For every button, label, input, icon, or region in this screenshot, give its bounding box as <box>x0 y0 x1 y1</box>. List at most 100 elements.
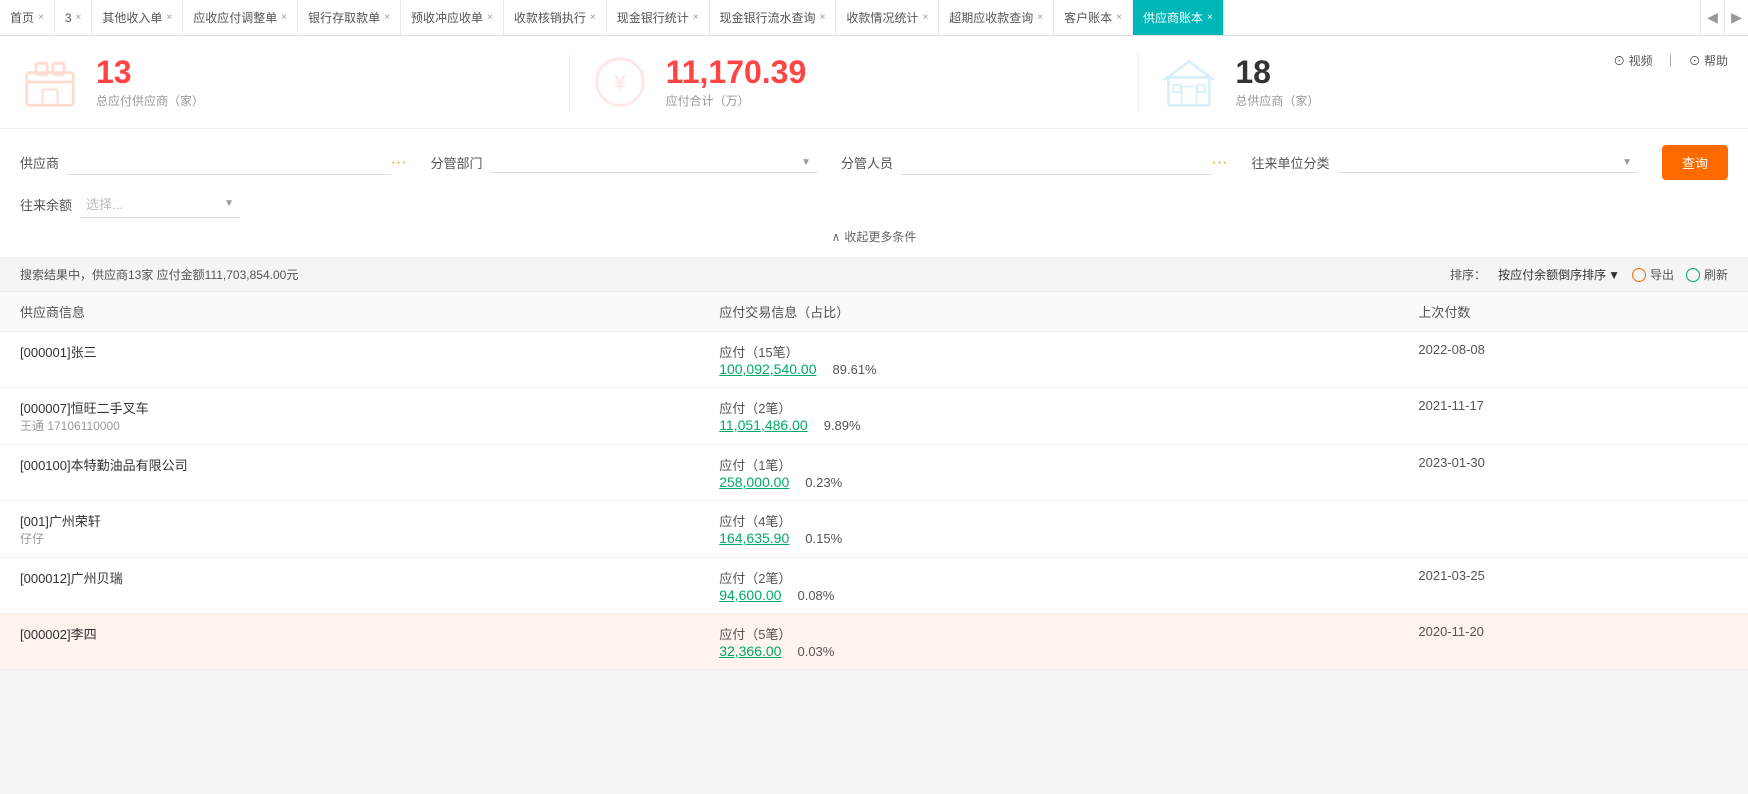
result-bar: 搜索结果中，供应商13家 应付金额111,703,854.00元 排序： 按应付… <box>0 258 1748 292</box>
tx-pct: 9.89% <box>824 418 861 433</box>
sort-value: 按应付余额倒序排序 <box>1498 266 1606 283</box>
nav-tab-cash-bank-flow[interactable]: 现金银行流水查询 × <box>710 0 837 36</box>
total-payable-amount-value: 11,170.39 <box>666 56 807 88</box>
supplier-field: 供应商 ··· <box>20 151 407 175</box>
nav-tab-customer-book[interactable]: 客户账本 × <box>1054 0 1133 36</box>
query-button[interactable]: 查询 <box>1662 145 1728 180</box>
supplier-label: 供应商 <box>20 153 59 172</box>
tx-count: （1笔） <box>745 458 791 473</box>
nav-tab-collection-stat[interactable]: 收款情况统计 × <box>836 0 939 36</box>
nav-tab-adjustment[interactable]: 应收应付调整单 × <box>183 0 298 36</box>
nav-tab-collection[interactable]: 收款核销执行 × <box>504 0 607 36</box>
nav-tab-collection-close[interactable]: × <box>590 12 596 23</box>
summary-total-suppliers-text: 18 总供应商（家） <box>1235 56 1319 109</box>
nav-tab-cash-bank-flow-close[interactable]: × <box>820 12 826 23</box>
nav-tab-cash-bank-stat[interactable]: 现金银行统计 × <box>607 0 710 36</box>
tx-amount-row: 32,366.000.03% <box>719 643 1378 659</box>
nav-tab-3-close[interactable]: × <box>76 12 82 23</box>
nav-tab-home-close[interactable]: × <box>38 12 44 23</box>
nav-tab-3[interactable]: 3 × <box>55 0 93 36</box>
nav-tab-3-label: 3 <box>65 11 72 25</box>
supplier-link[interactable]: [000100]本特勤油品有限公司 <box>20 458 188 473</box>
nav-tab-bank-deposit[interactable]: 银行存取款单 × <box>298 0 401 36</box>
nav-tab-customer-book-label: 客户账本 <box>1064 9 1112 26</box>
unit-type-select[interactable]: ▼ <box>1338 153 1638 173</box>
nav-tab-cash-bank-stat-close[interactable]: × <box>693 12 699 23</box>
nav-tab-prepay[interactable]: 预收冲应收单 × <box>401 0 504 36</box>
nav-left-arrow[interactable]: ◀ <box>1700 0 1724 36</box>
supplier-link[interactable]: [000012]广州贝瑞 <box>20 571 123 586</box>
tx-amount[interactable]: 32,366.00 <box>719 643 781 659</box>
unit-type-field: 往来单位分类 ▼ <box>1252 153 1639 173</box>
nav-tab-supplier-book-close[interactable]: × <box>1207 12 1213 23</box>
supplier-link[interactable]: [001]广州荣轩 <box>20 514 101 529</box>
sort-select[interactable]: 按应付余额倒序排序 ▼ <box>1498 266 1620 283</box>
nav-tab-home[interactable]: 首页 × <box>0 0 55 36</box>
divider: ｜ <box>1665 52 1677 69</box>
search-area: 供应商 ··· 分管部门 ▼ 分管人员 ··· 往来单位分类 ▼ 查询 <box>0 129 1748 258</box>
supplier-info-cell: [000002]李四 <box>0 614 699 670</box>
nav-tab-customer-book-close[interactable]: × <box>1116 12 1122 23</box>
total-suppliers-value: 18 <box>1235 56 1319 88</box>
summary-card-suppliers: 13 总应付供应商（家） <box>20 52 570 112</box>
refresh-button[interactable]: 刷新 <box>1686 266 1728 283</box>
tx-amount[interactable]: 100,092,540.00 <box>719 361 816 377</box>
tx-label-row: 应付（2笔） <box>719 398 1378 417</box>
dept-select[interactable]: ▼ <box>491 153 817 173</box>
nav-tab-overdue[interactable]: 超期应收款查询 × <box>939 0 1054 36</box>
nav-tab-overdue-close[interactable]: × <box>1037 12 1043 23</box>
help-link[interactable]: ⊙ 帮助 <box>1689 52 1728 69</box>
nav-tab-bank-deposit-close[interactable]: × <box>384 12 390 23</box>
dept-field: 分管部门 ▼ <box>431 153 818 173</box>
tx-amount-row: 258,000.000.23% <box>719 474 1378 490</box>
tx-amount[interactable]: 164,635.90 <box>719 530 789 546</box>
video-link[interactable]: ⊙ 视频 <box>1613 52 1652 69</box>
supplier-link[interactable]: [000007]恒旺二手叉车 <box>20 401 149 416</box>
tx-pct: 0.08% <box>797 588 834 603</box>
supplier-dots[interactable]: ··· <box>391 154 407 172</box>
person-dots[interactable]: ··· <box>1212 154 1228 172</box>
tx-count: （5笔） <box>745 627 791 642</box>
nav-tab-bank-deposit-label: 银行存取款单 <box>308 9 380 26</box>
person-input[interactable] <box>901 151 1212 175</box>
search-row-2: 往来余额 选择... ▼ <box>20 190 1728 218</box>
dept-arrow-icon: ▼ <box>801 157 811 168</box>
supplier-link[interactable]: [000002]李四 <box>20 627 97 642</box>
nav-tab-collection-stat-close[interactable]: × <box>922 12 928 23</box>
person-label: 分管人员 <box>841 153 893 172</box>
total-payable-suppliers-value: 13 <box>96 56 204 88</box>
last-payment-cell: 2023-01-30 <box>1398 445 1748 501</box>
collapse-button[interactable]: ∧ 收起更多条件 <box>20 228 1728 245</box>
last-payment-cell: 2020-11-20 <box>1398 614 1748 670</box>
nav-tab-supplier-book[interactable]: 供应商账本 × <box>1133 0 1224 36</box>
nav-tab-other-income-close[interactable]: × <box>166 12 172 23</box>
tx-pct: 89.61% <box>833 362 877 377</box>
tx-count: （4笔） <box>745 514 791 529</box>
amount-icon: ¥ <box>590 52 650 112</box>
collapse-up-icon: ∧ <box>832 230 841 244</box>
supplier-info-cell: [001]广州荣轩仔仔 <box>0 501 699 558</box>
nav-right-arrow[interactable]: ▶ <box>1724 0 1748 36</box>
supplier-link[interactable]: [000001]张三 <box>20 345 97 360</box>
table-row: [000012]广州贝瑞应付（2笔）94,600.000.08%2021-03-… <box>0 558 1748 614</box>
last-payment-cell: 2022-08-08 <box>1398 332 1748 388</box>
balance-select[interactable]: 选择... ▼ <box>80 190 240 218</box>
header-actions: ⊙ 视频 ｜ ⊙ 帮助 <box>1613 52 1728 69</box>
tx-label: 应付 <box>719 514 745 529</box>
svg-text:¥: ¥ <box>614 71 626 94</box>
tx-amount[interactable]: 258,000.00 <box>719 474 789 490</box>
tx-amount-row: 100,092,540.00 89.61% <box>719 361 1378 377</box>
last-payment-cell: 2021-11-17 <box>1398 388 1748 445</box>
nav-tab-prepay-close[interactable]: × <box>487 12 493 23</box>
nav-tab-other-income[interactable]: 其他收入单 × <box>92 0 183 36</box>
tx-amount[interactable]: 11,051,486.00 <box>719 417 808 433</box>
summary-header: 13 总应付供应商（家） ¥ 11,170.39 应付合计（万） <box>0 36 1748 129</box>
supplier-input[interactable] <box>67 151 391 175</box>
nav-tab-prepay-label: 预收冲应收单 <box>411 9 483 26</box>
nav-tab-adjustment-close[interactable]: × <box>281 12 287 23</box>
export-button[interactable]: 导出 <box>1632 266 1674 283</box>
tx-amount[interactable]: 94,600.00 <box>719 587 781 603</box>
dept-label: 分管部门 <box>431 153 483 172</box>
table-row: [000002]李四应付（5笔）32,366.000.03%2020-11-20 <box>0 614 1748 670</box>
supplier-info-cell: [000007]恒旺二手叉车王通 17106110000 <box>0 388 699 445</box>
